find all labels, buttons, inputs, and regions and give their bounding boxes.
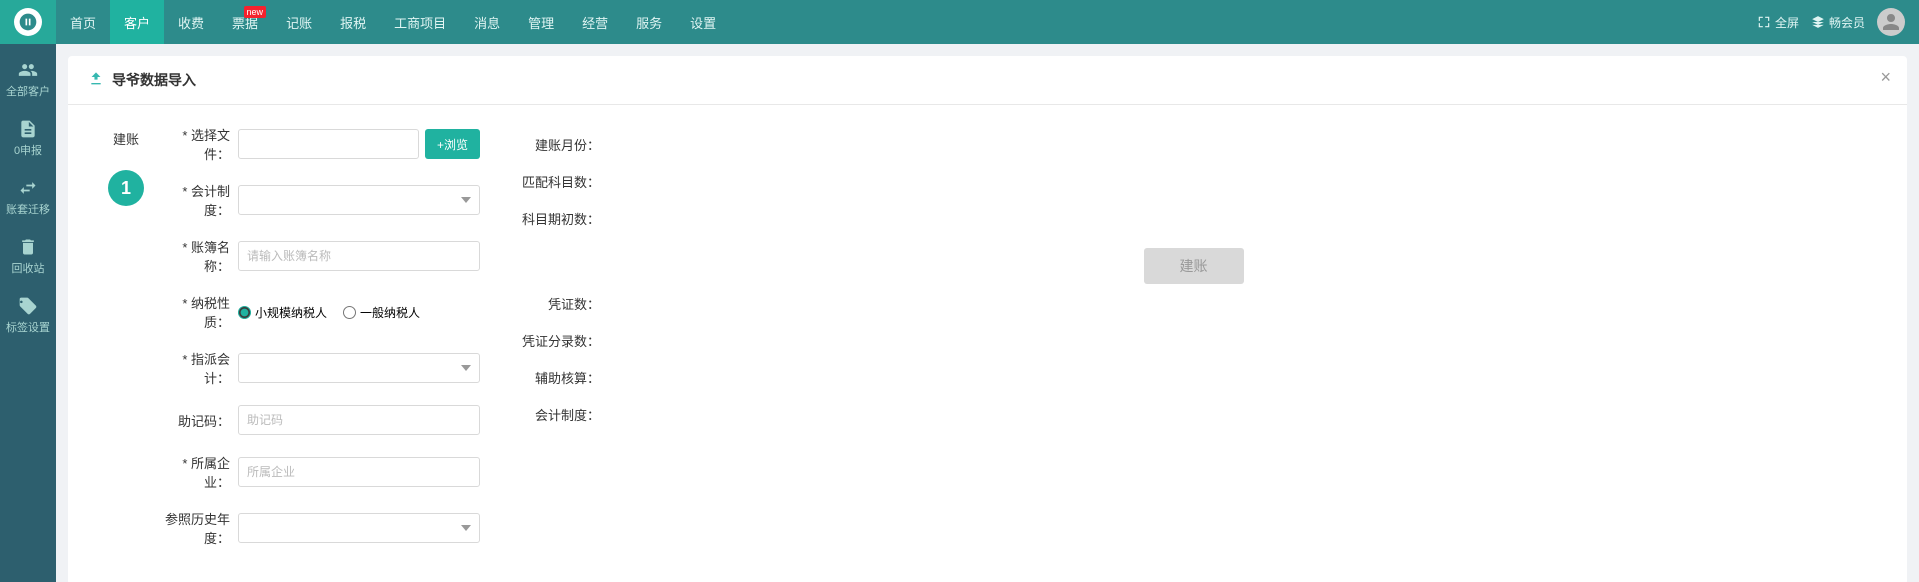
match-row: 匹配科目数： bbox=[520, 172, 1867, 191]
nav-items: 首页 客户 收费 票据 new 记账 报税 工商项目 消息 管理 经营 服务 设… bbox=[56, 0, 1757, 44]
accounting-select[interactable] bbox=[238, 185, 480, 215]
ledger-name-input[interactable] bbox=[238, 241, 480, 271]
accounting-sys-label: 会计制度： bbox=[520, 405, 600, 424]
period-row: 科目期初数： bbox=[520, 209, 1867, 228]
avatar[interactable] bbox=[1877, 8, 1905, 36]
nav-item-customer[interactable]: 客户 bbox=[110, 0, 164, 44]
content-area: 导爷数据导入 × 建账 1 * 选择文件： bbox=[56, 44, 1919, 582]
member-btn[interactable]: 畅会员 bbox=[1811, 14, 1865, 31]
voucher-entries-row: 凭证分录数： bbox=[520, 331, 1867, 350]
small-taxpayer-radio[interactable] bbox=[238, 306, 251, 319]
step-section: 建账 1 * 选择文件： +浏览 bbox=[108, 125, 480, 565]
aux-row: 辅助核算： bbox=[520, 368, 1867, 387]
accounting-label: * 会计制度： bbox=[160, 181, 230, 219]
history-year-row: 参照历史年度： bbox=[160, 509, 480, 547]
step-badge: 1 bbox=[108, 170, 144, 206]
fullscreen-btn[interactable]: 全屏 bbox=[1757, 14, 1799, 31]
general-taxpayer-option[interactable]: 一般纳税人 bbox=[343, 304, 420, 321]
ledger-name-row: * 账簿名称： bbox=[160, 237, 480, 275]
sidebar: 全部客户 0申报 账套迁移 回收站 标签设置 bbox=[0, 44, 56, 582]
aux-label: 辅助核算： bbox=[520, 368, 600, 387]
sidebar-item-account-migration[interactable]: 账套迁移 bbox=[0, 170, 56, 225]
voucher-label: 凭证数： bbox=[520, 294, 600, 313]
accounting-row: * 会计制度： bbox=[160, 181, 480, 219]
nav-item-service[interactable]: 服务 bbox=[622, 0, 676, 44]
browse-button[interactable]: +浏览 bbox=[425, 129, 480, 159]
new-badge: new bbox=[244, 6, 267, 18]
accountant-label: * 指派会计： bbox=[160, 349, 230, 387]
nav-item-bookkeeping[interactable]: 记账 bbox=[272, 0, 326, 44]
sidebar-item-tag-settings[interactable]: 标签设置 bbox=[0, 288, 56, 343]
nav-item-commerce[interactable]: 工商项目 bbox=[380, 0, 460, 44]
voucher-entries-label: 凭证分录数： bbox=[520, 331, 600, 350]
tax-radio-group: 小规模纳税人 一般纳税人 bbox=[238, 304, 480, 321]
nav-item-invoice[interactable]: 票据 new bbox=[218, 0, 272, 44]
file-row: * 选择文件： +浏览 bbox=[160, 125, 480, 163]
dialog-header: 导爷数据导入 × bbox=[68, 56, 1907, 105]
ledger-name-label: * 账簿名称： bbox=[160, 237, 230, 275]
match-label: 匹配科目数： bbox=[520, 172, 600, 191]
nav-item-settings[interactable]: 设置 bbox=[676, 0, 730, 44]
sidebar-item-all-customers[interactable]: 全部客户 bbox=[0, 52, 56, 107]
memo-input[interactable] bbox=[238, 405, 480, 435]
right-section: 建账月份： 匹配科目数： 科目期初数： bbox=[520, 125, 1867, 565]
nav-right: 全屏 畅会员 bbox=[1757, 8, 1919, 36]
sidebar-item-zero-declare[interactable]: 0申报 bbox=[0, 111, 56, 166]
voucher-row: 凭证数： bbox=[520, 294, 1867, 313]
month-row: 建账月份： bbox=[520, 135, 1867, 154]
history-year-label: 参照历史年度： bbox=[160, 509, 230, 547]
dialog-card: 导爷数据导入 × 建账 1 * 选择文件： bbox=[68, 56, 1907, 582]
left-form: * 选择文件： +浏览 * 会计制度： bbox=[160, 125, 480, 565]
form-area: 建账 1 * 选择文件： +浏览 bbox=[68, 105, 1907, 582]
month-label: 建账月份： bbox=[520, 135, 600, 154]
right-form: 建账月份： 匹配科目数： 科目期初数： bbox=[520, 135, 1867, 424]
company-input[interactable] bbox=[238, 457, 480, 487]
nav-item-manage[interactable]: 管理 bbox=[514, 0, 568, 44]
accounting-sys-row: 会计制度： bbox=[520, 405, 1867, 424]
build-btn-area: 建账 bbox=[520, 248, 1867, 284]
file-label: * 选择文件： bbox=[160, 125, 230, 163]
company-row: * 所属企业： bbox=[160, 453, 480, 491]
small-taxpayer-option[interactable]: 小规模纳税人 bbox=[238, 304, 327, 321]
accountant-select[interactable] bbox=[238, 353, 480, 383]
logo-area[interactable] bbox=[0, 0, 56, 44]
import-icon bbox=[88, 71, 104, 90]
memo-row: 助记码： bbox=[160, 405, 480, 435]
logo-icon bbox=[14, 8, 42, 36]
tax-label: * 纳税性质： bbox=[160, 293, 230, 331]
memo-label: 助记码： bbox=[160, 411, 230, 430]
main-layout: 全部客户 0申报 账套迁移 回收站 标签设置 导爷数据导入 bbox=[0, 44, 1919, 582]
history-year-select[interactable] bbox=[238, 513, 480, 543]
file-input-group: +浏览 bbox=[238, 129, 480, 159]
build-account-button[interactable]: 建账 bbox=[1144, 248, 1244, 284]
sidebar-item-recycle-bin[interactable]: 回收站 bbox=[0, 229, 56, 284]
top-navigation: 首页 客户 收费 票据 new 记账 报税 工商项目 消息 管理 经营 服务 设… bbox=[0, 0, 1919, 44]
nav-item-tax[interactable]: 报税 bbox=[326, 0, 380, 44]
tax-row: * 纳税性质： 小规模纳税人 一般纳税人 bbox=[160, 293, 480, 331]
step-label: 建账 bbox=[113, 129, 139, 148]
dialog-title: 导爷数据导入 bbox=[112, 70, 196, 90]
nav-item-home[interactable]: 首页 bbox=[56, 0, 110, 44]
accountant-row: * 指派会计： bbox=[160, 349, 480, 387]
nav-item-fee[interactable]: 收费 bbox=[164, 0, 218, 44]
company-label: * 所属企业： bbox=[160, 453, 230, 491]
file-input[interactable] bbox=[238, 129, 419, 159]
general-taxpayer-radio[interactable] bbox=[343, 306, 356, 319]
period-label: 科目期初数： bbox=[520, 209, 600, 228]
nav-item-message[interactable]: 消息 bbox=[460, 0, 514, 44]
close-button[interactable]: × bbox=[1880, 68, 1891, 86]
nav-item-operation[interactable]: 经营 bbox=[568, 0, 622, 44]
